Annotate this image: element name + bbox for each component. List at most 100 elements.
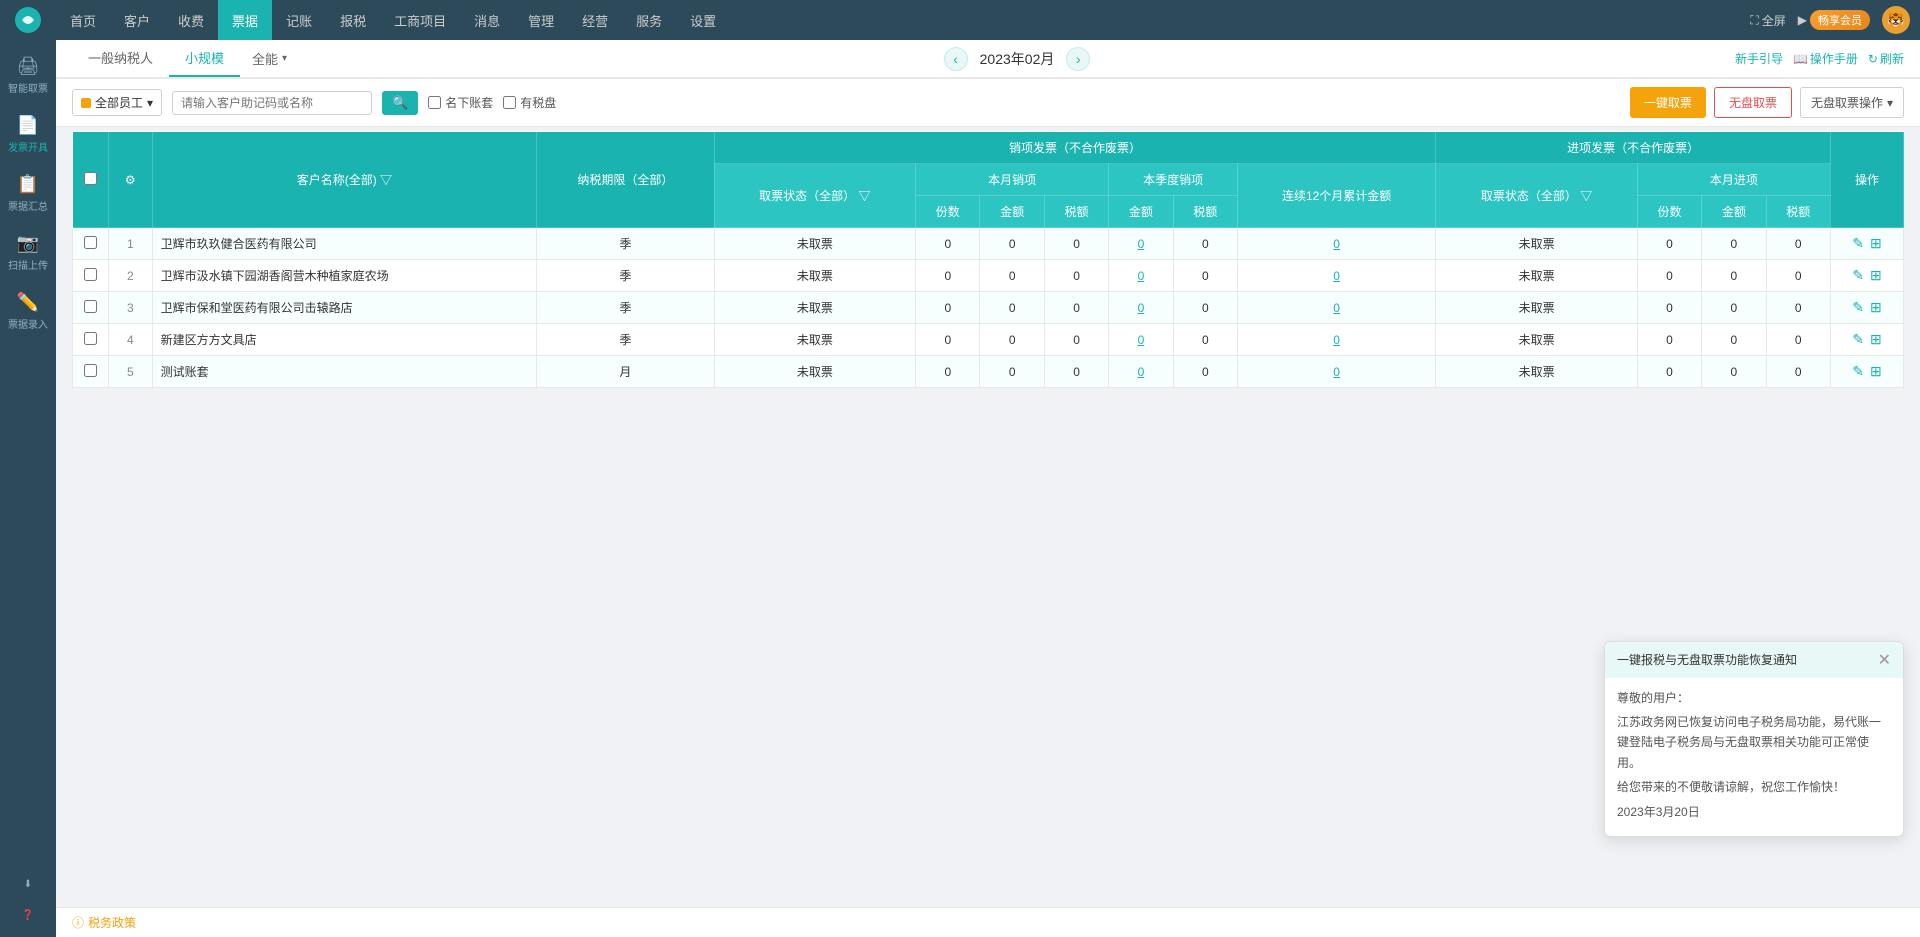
help-icon: ❓ (22, 910, 34, 921)
notification-close-btn[interactable]: ✕ (1878, 650, 1891, 670)
detail-icon[interactable]: ⊞ (1870, 267, 1882, 284)
nav-business[interactable]: 工商项目 (380, 0, 460, 40)
sidebar-item-issue-invoice[interactable]: 📄 发票开具 (3, 107, 53, 162)
cumulative-cell: 0 (1237, 260, 1435, 292)
has-tax-disk-checkbox[interactable] (503, 96, 516, 109)
sidebar-item-smart-invoice[interactable]: 🖨 智能取票 (3, 48, 53, 103)
sales-cancel-filter-icon[interactable]: ▽ (859, 189, 871, 203)
income-count-cell: 0 (1637, 260, 1701, 292)
quarterly-tax-cell: 0 (1173, 292, 1237, 324)
income-cancel-status-cell: 未取票 (1436, 228, 1638, 260)
nav-bookkeeping[interactable]: 记账 (272, 0, 326, 40)
sidebar-bottom: ⬇ ❓ (3, 871, 53, 937)
monthly-sales-amount-cell: 0 (980, 260, 1044, 292)
detail-icon[interactable]: ⊞ (1870, 363, 1882, 380)
table-row: 4 新建区方方文具店 季 未取票 0 0 0 0 0 0 未取票 0 0 0 ✎… (73, 324, 1904, 356)
tab-all[interactable]: 全能 ▾ (240, 41, 299, 76)
notification-header: 一键报税与无盘取票功能恢复通知 ✕ (1605, 642, 1903, 678)
row-checkbox[interactable] (84, 300, 97, 313)
issue-invoice-icon: 📄 (17, 115, 39, 136)
edit-icon[interactable]: ✎ (1852, 299, 1864, 316)
income-amount-cell: 0 (1702, 292, 1766, 324)
th-quarterly-sales-amount: 金额 (1109, 196, 1173, 228)
nav-client[interactable]: 客户 (110, 0, 164, 40)
detail-icon[interactable]: ⊞ (1870, 331, 1882, 348)
th-monthly-sales-tax: 税额 (1044, 196, 1108, 228)
sidebar-item-scan-upload[interactable]: 📷 扫描上传 (3, 225, 53, 280)
monthly-sales-count-cell: 0 (916, 228, 980, 260)
monthly-sales-tax-cell: 0 (1044, 324, 1108, 356)
detail-icon[interactable]: ⊞ (1870, 299, 1882, 316)
period-next-btn[interactable]: › (1066, 47, 1090, 71)
edit-icon[interactable]: ✎ (1852, 267, 1864, 284)
income-cancel-status-cell: 未取票 (1436, 356, 1638, 388)
nav-message[interactable]: 消息 (460, 0, 514, 40)
search-button[interactable]: 🔍 (382, 91, 418, 115)
row-checkbox[interactable] (84, 236, 97, 249)
table-row: 5 测试账套 月 未取票 0 0 0 0 0 0 未取票 0 0 0 ✎ ⊞ (73, 356, 1904, 388)
nav-operation[interactable]: 经营 (568, 0, 622, 40)
th-monthly-sales-amount: 金额 (980, 196, 1044, 228)
download-icon: ⬇ (24, 879, 32, 890)
cumulative-cell: 0 (1237, 292, 1435, 324)
edit-icon[interactable]: ✎ (1852, 235, 1864, 252)
income-cancel-status-cell: 未取票 (1436, 324, 1638, 356)
nav-home[interactable]: 首页 (56, 0, 110, 40)
sidebar-help-btn[interactable]: ❓ (3, 902, 53, 929)
user-avatar[interactable]: 🐯 (1882, 6, 1910, 34)
monthly-sales-tax-cell: 0 (1044, 260, 1108, 292)
nav-settings[interactable]: 设置 (676, 0, 730, 40)
no-disk-btn[interactable]: 无盘取票 (1714, 87, 1792, 118)
sidebar-item-invoice-summary[interactable]: 📋 票据汇总 (3, 166, 53, 221)
tab-small-scale[interactable]: 小规模 (169, 40, 240, 77)
income-count-cell: 0 (1637, 228, 1701, 260)
period-prev-btn[interactable]: ‹ (944, 47, 968, 71)
detail-icon[interactable]: ⊞ (1870, 235, 1882, 252)
th-operations: 操作 (1830, 132, 1903, 228)
quarterly-amount-cell: 0 (1109, 324, 1173, 356)
refresh-link[interactable]: ↻ 刷新 (1868, 50, 1904, 67)
one-click-btn[interactable]: 一键取票 (1630, 87, 1706, 118)
client-name-cell: 卫辉市汲水镇下园湖香阁营木种植家庭农场 (152, 260, 537, 292)
income-cancel-filter-icon[interactable]: ▽ (1580, 189, 1592, 203)
nav-invoice[interactable]: 票据 (218, 0, 272, 40)
invoice-table: ⚙ 客户名称(全部) ▽ 纳税期限（全部） 销项发票（不合作废票） 进项发票（不… (72, 131, 1904, 388)
my-account-checkbox[interactable] (428, 96, 441, 109)
new-guide-link[interactable]: 新手引导 (1735, 50, 1783, 67)
nav-management[interactable]: 管理 (514, 0, 568, 40)
select-all-checkbox[interactable] (84, 172, 97, 185)
filter-icon[interactable]: ▽ (380, 173, 392, 187)
actions-cell: ✎ ⊞ (1830, 260, 1903, 292)
more-operations-btn[interactable]: 无盘取票操作 ▾ (1800, 87, 1904, 118)
tab-general-taxpayer[interactable]: 一般纳税人 (72, 40, 169, 77)
th-client-name: 客户名称(全部) ▽ (152, 132, 537, 228)
vip-icon: ▶ (1798, 13, 1807, 27)
monthly-sales-tax-cell: 0 (1044, 356, 1108, 388)
nav-billing[interactable]: 收费 (164, 0, 218, 40)
nav-tax[interactable]: 报税 (326, 0, 380, 40)
row-checkbox[interactable] (84, 364, 97, 377)
sidebar-item-invoice-entry[interactable]: ✏️ 票据录入 (3, 284, 53, 339)
scan-upload-icon: 📷 (17, 233, 39, 254)
search-input[interactable] (172, 91, 372, 115)
has-tax-disk-checkbox-label[interactable]: 有税盘 (503, 94, 556, 111)
fullscreen-btn[interactable]: ⛶ 全屏 (1750, 12, 1785, 29)
table-row: 2 卫辉市汲水镇下园湖香阁营木种植家庭农场 季 未取票 0 0 0 0 0 0 … (73, 260, 1904, 292)
edit-icon[interactable]: ✎ (1852, 363, 1864, 380)
fullscreen-icon: ⛶ (1750, 13, 1758, 28)
row-checkbox[interactable] (84, 268, 97, 281)
edit-icon[interactable]: ✎ (1852, 331, 1864, 348)
income-tax-cell: 0 (1766, 324, 1830, 356)
tax-policy-link[interactable]: ⓘ 税务政策 (72, 914, 136, 931)
income-amount-cell: 0 (1702, 260, 1766, 292)
monthly-sales-tax-cell: 0 (1044, 228, 1108, 260)
vip-btn[interactable]: ▶ 畅享会员 (1798, 10, 1870, 30)
actions-cell: ✎ ⊞ (1830, 324, 1903, 356)
nav-service[interactable]: 服务 (622, 0, 676, 40)
monthly-sales-amount-cell: 0 (980, 292, 1044, 324)
sidebar-download-btn[interactable]: ⬇ (3, 871, 53, 898)
employee-filter-select[interactable]: 全部员工 ▾ (72, 89, 162, 116)
manual-link[interactable]: 📖 操作手册 (1793, 50, 1858, 67)
my-account-checkbox-label[interactable]: 名下账套 (428, 94, 493, 111)
row-checkbox[interactable] (84, 332, 97, 345)
